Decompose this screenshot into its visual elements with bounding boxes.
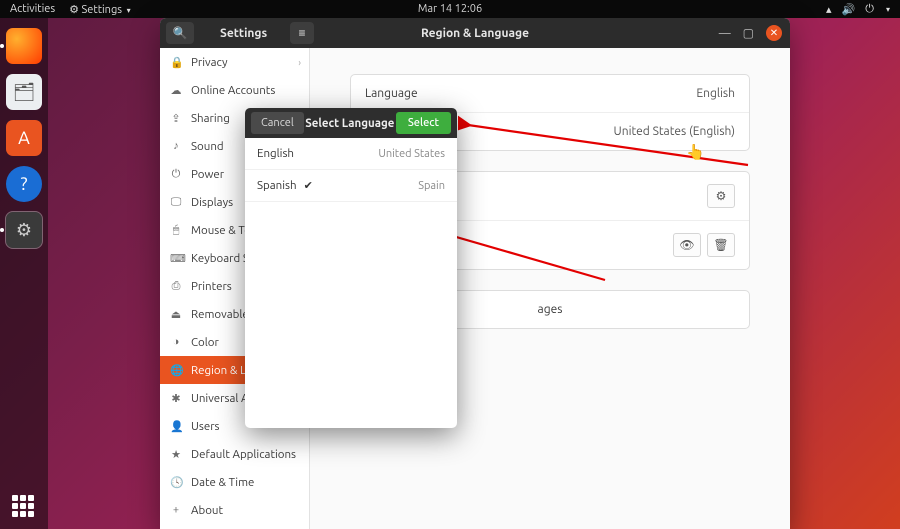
window-title-page: Region & Language — [421, 27, 529, 40]
sidebar-icon: 🖱 — [170, 224, 182, 237]
sidebar-item-label: Sharing — [191, 112, 230, 125]
sidebar-item-label: Sound — [191, 140, 224, 153]
help-icon[interactable]: ? — [6, 166, 42, 202]
top-panel: Activities ⚙ Settings ▾ Mar 14 12:06 ▴ 🔊… — [0, 0, 900, 18]
sidebar-icon: ☁ — [170, 84, 182, 97]
sidebar-item-label: Power — [191, 168, 224, 181]
sidebar-icon: ⎙ — [170, 280, 182, 293]
sidebar-item-about[interactable]: + About — [160, 496, 309, 524]
sidebar-item-label: Privacy — [191, 56, 228, 69]
window-title-app: Settings — [220, 27, 267, 40]
sidebar-item-label: Date & Time — [191, 476, 254, 489]
minimize-button[interactable]: — — [719, 27, 731, 40]
chevron-down-icon: ▾ — [127, 6, 131, 15]
language-name: Spanish ✔ — [257, 179, 313, 192]
search-icon: 🔍 — [173, 26, 188, 40]
hamburger-button[interactable]: ≡ — [290, 22, 314, 44]
language-option-spanish[interactable]: Spanish ✔ Spain — [245, 170, 457, 202]
menu-icon: ≡ — [298, 26, 305, 40]
sidebar-icon: ◑ — [170, 336, 182, 348]
sidebar-icon: ⏻ — [170, 168, 182, 181]
power-icon[interactable]: ⏻ — [865, 3, 874, 16]
sidebar-icon: ⌨ — [170, 252, 182, 265]
sidebar-icon: ⏏ — [170, 308, 182, 321]
settings-icon[interactable]: ⚙ — [6, 212, 42, 248]
sidebar-item-label: About — [191, 504, 223, 517]
files-icon[interactable]: 🗂 — [6, 74, 42, 110]
ubuntu-software-icon[interactable]: A — [6, 120, 42, 156]
activities-button[interactable]: Activities — [10, 3, 55, 15]
sidebar-item-online-accounts[interactable]: ☁ Online Accounts — [160, 76, 309, 104]
sidebar-item-label: Displays — [191, 196, 233, 209]
sidebar-item-label: Default Applications — [191, 448, 296, 461]
select-button[interactable]: Select — [396, 112, 451, 134]
sidebar-icon: 🖵 — [170, 196, 182, 209]
sidebar-item-label: Printers — [191, 280, 232, 293]
language-country: United States — [378, 148, 445, 160]
sidebar-item-label: Color — [191, 336, 219, 349]
language-value: English — [696, 87, 735, 100]
trash-icon: 🗑 — [713, 238, 728, 252]
volume-icon[interactable]: 🔊 — [842, 3, 856, 16]
sidebar-icon: 👤 — [170, 420, 182, 433]
titlebar: 🔍 Settings ≡ Region & Language — ▢ ✕ — [160, 18, 790, 48]
app-menu[interactable]: ⚙ Settings ▾ — [69, 3, 131, 16]
clock[interactable]: Mar 14 12:06 — [418, 3, 482, 15]
formats-value: United States (English) — [614, 125, 735, 138]
sidebar-item-date-time[interactable]: 🕓 Date & Time — [160, 468, 309, 496]
firefox-icon[interactable] — [6, 28, 42, 64]
sidebar-icon: 🕓 — [170, 476, 182, 489]
sidebar-icon: ⇪ — [170, 112, 182, 125]
close-button[interactable]: ✕ — [766, 25, 782, 41]
gear-icon: ⚙ — [69, 4, 79, 16]
language-country: Spain — [418, 180, 445, 192]
delete-button[interactable]: 🗑 — [707, 233, 735, 257]
show-applications-icon[interactable] — [12, 495, 34, 517]
network-icon[interactable]: ▴ — [826, 3, 832, 16]
sidebar-item-label: Users — [191, 420, 220, 433]
dock: 🗂 A ? ⚙ — [0, 18, 48, 529]
options-button[interactable]: ⚙ — [707, 184, 735, 208]
sidebar-icon: 🌐 — [170, 364, 182, 377]
dialog-title: Select Language — [304, 117, 396, 130]
sidebar-icon: 🔒 — [170, 56, 182, 69]
language-name: English — [257, 147, 294, 160]
sidebar-icon: ♪ — [170, 140, 182, 152]
maximize-button[interactable]: ▢ — [743, 26, 754, 40]
search-button[interactable]: 🔍 — [166, 22, 194, 44]
manage-languages-label: ages — [538, 303, 563, 316]
preview-button[interactable]: 👁 — [673, 233, 701, 257]
language-option-english[interactable]: English United States — [245, 138, 457, 170]
gear-icon: ⚙ — [716, 189, 727, 203]
sidebar-item-label: Online Accounts — [191, 84, 275, 97]
chevron-right-icon: › — [298, 57, 301, 68]
cancel-button[interactable]: Cancel — [251, 112, 304, 134]
select-language-dialog: Cancel Select Language Select English Uni… — [245, 108, 457, 428]
language-label: Language — [365, 87, 418, 100]
sidebar-item-privacy[interactable]: 🔒 Privacy › — [160, 48, 309, 76]
sidebar-item-default-applications[interactable]: ★ Default Applications — [160, 440, 309, 468]
check-icon: ✔ — [304, 179, 313, 192]
sidebar-icon: ★ — [170, 448, 182, 461]
eye-icon: 👁 — [679, 238, 694, 252]
chevron-down-icon[interactable]: ▾ — [886, 5, 890, 14]
sidebar-icon: ✱ — [170, 392, 182, 405]
sidebar-icon: + — [170, 504, 182, 516]
